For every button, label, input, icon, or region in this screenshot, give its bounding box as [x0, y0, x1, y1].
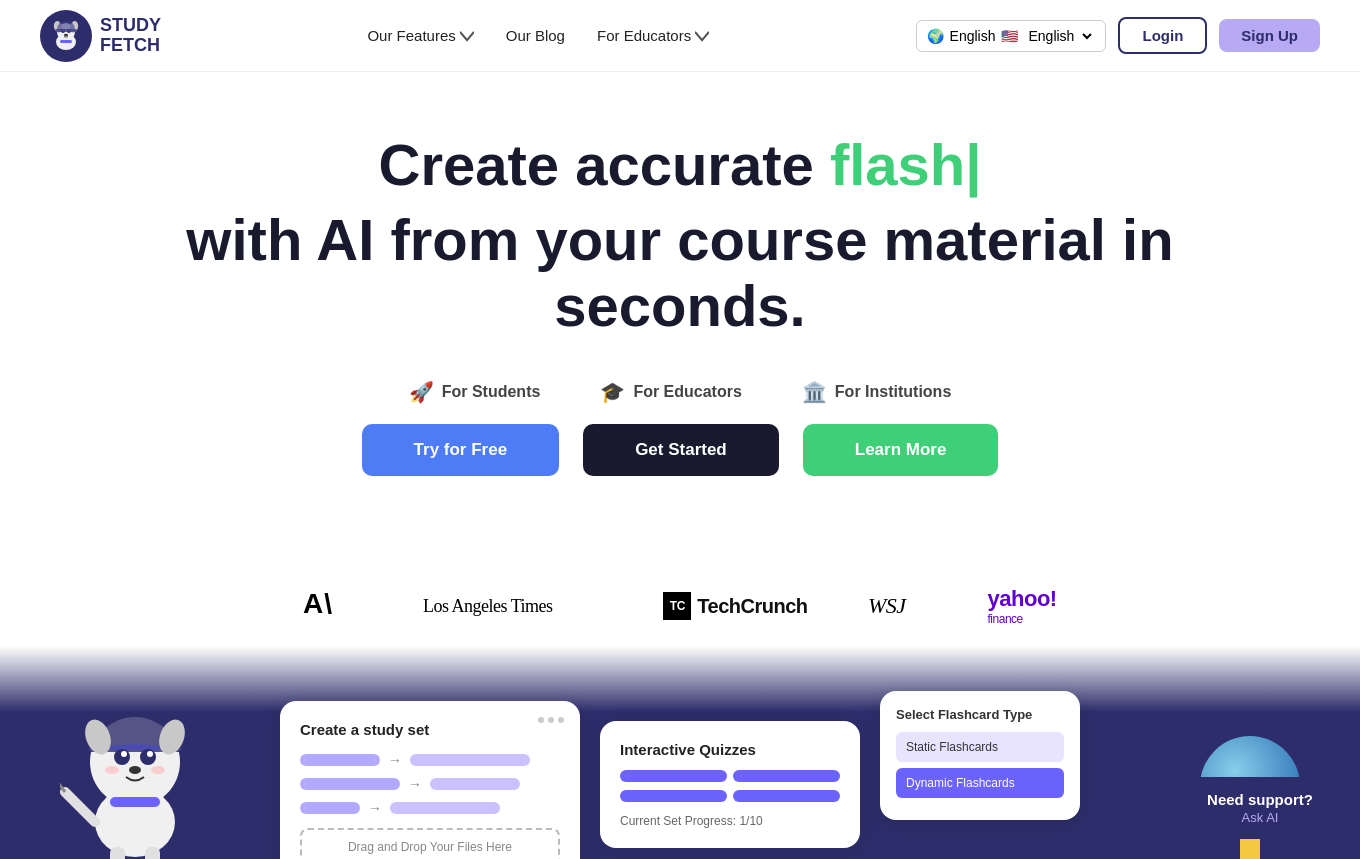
dynamic-flashcards-option[interactable]: Dynamic Flashcards — [896, 768, 1064, 798]
rocket-icon: 🚀 — [409, 380, 434, 404]
svg-point-28 — [151, 766, 165, 774]
dog-mascot — [60, 662, 210, 859]
svg-point-29 — [129, 766, 141, 774]
language-dropdown[interactable]: English Spanish French — [1024, 27, 1095, 45]
graduation-icon: 🎓 — [600, 380, 625, 404]
svg-point-24 — [140, 749, 156, 765]
study-set-card: Create a study set → → → Drag — [280, 701, 580, 859]
hero-section: Create accurate flash| with AI from your… — [0, 72, 1360, 556]
svg-text:Los Angeles Times: Los Angeles Times — [423, 596, 553, 616]
static-flashcards-option[interactable]: Static Flashcards — [896, 732, 1064, 762]
support-line1: Need support? — [1198, 791, 1322, 808]
tab-institutions[interactable]: 🏛️ For Institutions — [802, 380, 951, 404]
svg-rect-17 — [145, 847, 160, 859]
tab-educators[interactable]: 🎓 For Educators — [600, 380, 741, 404]
tab-students-label: For Students — [442, 383, 541, 401]
svg-rect-10 — [60, 40, 72, 43]
signup-button[interactable]: Sign Up — [1219, 19, 1320, 52]
nav-educators[interactable]: For Educators — [597, 27, 709, 44]
logo[interactable]: STUDY FETCH — [40, 10, 161, 62]
support-chat-widget[interactable]: Need support? Ask AI — [1180, 777, 1340, 839]
techcrunch-logo: TC TechCrunch — [663, 592, 807, 620]
svg-point-23 — [114, 749, 130, 765]
demo-cards: Create a study set → → → Drag — [280, 681, 1080, 859]
login-button[interactable]: Login — [1118, 17, 1207, 54]
logo-text: STUDY FETCH — [100, 16, 161, 56]
logo-mascot-svg — [46, 16, 86, 56]
logo-icon — [40, 10, 92, 62]
audience-tabs: 🚀 For Students 🎓 For Educators 🏛️ For In… — [40, 380, 1320, 404]
svg-line-19 — [60, 772, 65, 792]
quiz-bars — [620, 770, 840, 802]
language-selector[interactable]: 🌍 English 🇺🇸 English Spanish French — [916, 20, 1107, 52]
flashcard-card-title: Select Flashcard Type — [896, 707, 1064, 722]
drag-drop-area[interactable]: Drag and Drop Your Files Here — [300, 828, 560, 859]
svg-point-27 — [105, 766, 119, 774]
navbar: STUDY FETCH Our Features Our Blog For Ed… — [0, 0, 1360, 72]
svg-rect-11 — [55, 29, 77, 32]
illustration-section: Create a study set → → → Drag — [0, 646, 1360, 859]
support-line2: Ask AI — [1198, 810, 1322, 825]
flashcard-type-card: Select Flashcard Type Static Flashcards … — [880, 691, 1080, 820]
tab-educators-label: For Educators — [633, 383, 741, 401]
card-content-rows: → → → — [300, 752, 560, 816]
nav-right: 🌍 English 🇺🇸 English Spanish French Logi… — [916, 17, 1320, 54]
institution-icon: 🏛️ — [802, 380, 827, 404]
svg-rect-30 — [110, 797, 160, 807]
hero-title-line1: Create accurate flash| — [40, 132, 1320, 199]
svg-line-18 — [65, 792, 95, 822]
quiz-progress: Current Set Progress: 1/10 — [620, 814, 840, 828]
tab-institutions-label: For Institutions — [835, 383, 951, 401]
nav-links: Our Features Our Blog For Educators — [367, 27, 709, 44]
wsj-logo: WSJ — [868, 587, 928, 625]
nav-features[interactable]: Our Features — [367, 27, 473, 44]
svg-point-9 — [64, 33, 68, 35]
yahoo-finance-logo: yahoo! finance — [988, 586, 1057, 626]
lat-logo: Los Angeles Times — [423, 588, 603, 625]
svg-point-25 — [121, 751, 127, 757]
anthropic-logo: A\ — [303, 587, 363, 625]
press-logos-row: A\ Los Angeles Times TC TechCrunch WSJ y… — [0, 556, 1360, 646]
hero-title-line2: with AI from your course material in — [40, 207, 1320, 274]
quiz-card: Interactive Quizzes Current Set Progress… — [600, 721, 860, 848]
svg-text:WSJ: WSJ — [868, 593, 907, 618]
svg-rect-16 — [110, 847, 125, 859]
tc-icon: TC — [663, 592, 691, 620]
card-menu-dots — [538, 717, 564, 723]
svg-text:A\: A\ — [303, 588, 333, 619]
svg-point-26 — [147, 751, 153, 757]
nav-blog[interactable]: Our Blog — [506, 27, 565, 44]
tab-students[interactable]: 🚀 For Students — [409, 380, 541, 404]
hero-title-line3: seconds. — [40, 273, 1320, 340]
learn-more-button[interactable]: Learn More — [803, 424, 999, 476]
quiz-card-title: Interactive Quizzes — [620, 741, 840, 758]
get-started-button[interactable]: Get Started — [583, 424, 779, 476]
cta-buttons: Try for Free Get Started Learn More — [40, 424, 1320, 476]
study-card-title: Create a study set — [300, 721, 560, 738]
try-free-button[interactable]: Try for Free — [362, 424, 560, 476]
